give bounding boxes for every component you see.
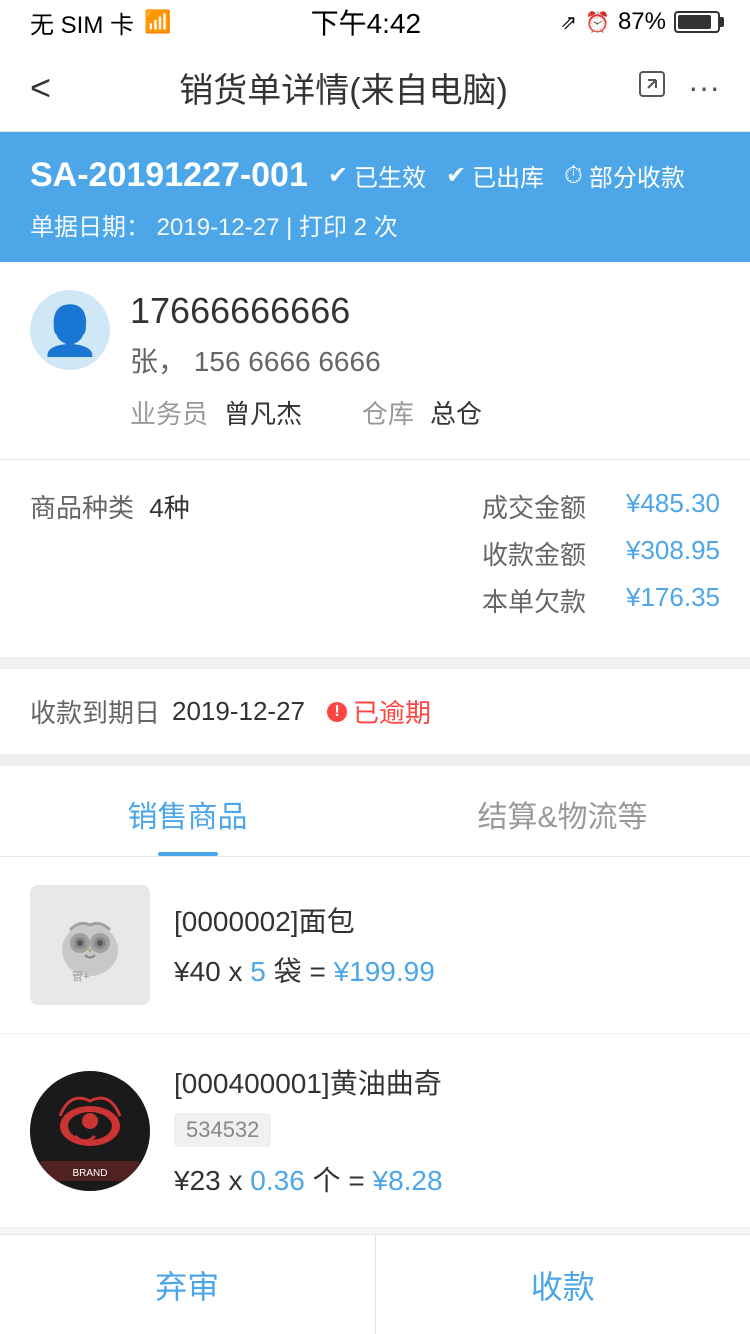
bottom-bar: 弃审 收款 — [0, 1234, 750, 1334]
order-header: SA-20191227-001 ✔ 已生效 ✔ 已出库 ⏱ 部分收款 单据日期：… — [0, 132, 750, 262]
overdue-icon: ! — [327, 702, 347, 722]
salesman-item: 业务员 曾凡杰 — [130, 394, 302, 431]
svg-text:管+: 管+ — [72, 969, 89, 983]
check-icon-1: ✔ — [328, 161, 348, 190]
overdue-text: 已逾期 — [353, 693, 431, 730]
received-amount-row: 收款金额 ¥308.95 — [482, 535, 720, 572]
status-right: ⇗ ⏰ 87% — [560, 8, 720, 36]
status-shipped: ✔ 已出库 — [446, 158, 544, 193]
carrier-label: 无 SIM 卡 — [30, 5, 134, 40]
wifi-icon: 📶 — [144, 9, 171, 35]
product-qty-1: 5 — [250, 956, 266, 987]
received-amount-value: ¥308.95 — [626, 535, 720, 572]
owe-amount-label: 本单欠款 — [482, 582, 586, 619]
product-total-1: ¥199.99 — [334, 956, 435, 987]
product-price-1: ¥40 x 5 袋 = ¥199.99 — [174, 950, 720, 990]
amount-info: 成交金额 ¥485.30 收款金额 ¥308.95 本单欠款 ¥176.35 — [482, 488, 720, 629]
tab-settlement[interactable]: 结算&物流等 — [375, 766, 750, 856]
order-date: 2019-12-27 — [157, 214, 280, 241]
product-total-2: ¥8.28 — [373, 1165, 443, 1196]
tabs: 销售商品 结算&物流等 — [0, 766, 750, 857]
status-left: 无 SIM 卡 📶 — [30, 5, 171, 40]
product-info-1: [0000002]面包 ¥40 x 5 袋 = ¥199.99 — [174, 900, 720, 990]
warehouse-label: 仓库 — [362, 394, 414, 431]
cancel-button[interactable]: 弃审 — [0, 1235, 376, 1334]
customer-info: 17666666666 张， 156 6666 6666 业务员 曾凡杰 仓库 … — [130, 290, 720, 431]
share-button[interactable] — [636, 68, 668, 108]
received-amount-label: 收款金额 — [482, 535, 586, 572]
product-name-2: [000400001]黄油曲奇 — [174, 1062, 720, 1102]
list-item: BRAND [000400001]黄油曲奇 534532 ¥23 x 0.36 … — [0, 1034, 750, 1228]
avatar: 👤 — [30, 290, 110, 370]
status-bar: 无 SIM 卡 📶 下午4:42 ⇗ ⏰ 87% — [0, 0, 750, 44]
product-qty-2: 0.36 — [250, 1165, 305, 1196]
print-info: | 打印 2 次 — [286, 214, 398, 241]
status-partial: ⏱ 部分收款 — [564, 158, 685, 193]
list-item: 管+ [0000002]面包 ¥40 x 5 袋 = ¥199.99 — [0, 857, 750, 1034]
customer-meta: 业务员 曾凡杰 仓库 总仓 — [130, 394, 720, 431]
product-list: 管+ [0000002]面包 ¥40 x 5 袋 = ¥199.99 — [0, 857, 750, 1228]
warehouse-item: 仓库 总仓 — [362, 394, 482, 431]
back-button[interactable]: < — [30, 67, 51, 109]
more-button[interactable]: ··· — [688, 69, 720, 106]
nav-bar: < 销货单详情(来自电脑) ··· — [0, 44, 750, 132]
product-thumbnail-1: 管+ — [30, 885, 150, 1005]
owe-amount-value: ¥176.35 — [626, 582, 720, 619]
thumbnail-placeholder-1: 管+ — [30, 885, 150, 1005]
order-id: SA-20191227-001 — [30, 156, 308, 195]
overdue-badge: ! 已逾期 — [327, 693, 431, 730]
product-type-info: 商品种类 4种 — [30, 488, 190, 525]
clock-icon: ⏱ — [564, 162, 583, 190]
page-title: 销货单详情(来自电脑) — [51, 63, 636, 112]
time-label: 下午4:42 — [311, 2, 422, 42]
product-tag-2: 534532 — [174, 1113, 271, 1147]
svg-text:BRAND: BRAND — [72, 1168, 107, 1179]
confirm-button[interactable]: 收款 — [376, 1235, 750, 1334]
deal-amount-row: 成交金额 ¥485.30 — [482, 488, 720, 525]
owe-amount-row: 本单欠款 ¥176.35 — [482, 582, 720, 619]
warehouse-value: 总仓 — [430, 394, 482, 431]
product-price-2: ¥23 x 0.36 个 = ¥8.28 — [174, 1159, 720, 1199]
due-date-value: 2019-12-27 — [172, 696, 305, 727]
salesman-value: 曾凡杰 — [224, 394, 302, 431]
product-image-2: BRAND — [30, 1071, 150, 1191]
status-effective: ✔ 已生效 — [328, 158, 426, 193]
product-name-1: [0000002]面包 — [174, 900, 720, 940]
owl-icon: 管+ — [50, 905, 130, 985]
alarm-icon: ⏰ — [585, 10, 610, 35]
customer-account-id: 17666666666 — [130, 290, 720, 332]
deal-amount-value: ¥485.30 — [626, 488, 720, 525]
battery-label: 87% — [618, 8, 666, 36]
due-section: 收款到期日 2019-12-27 ! 已逾期 — [0, 669, 750, 766]
customer-name-phone: 张， 156 6666 6666 — [130, 340, 720, 380]
product-info-2: [000400001]黄油曲奇 534532 ¥23 x 0.36 个 = ¥8… — [174, 1062, 720, 1199]
customer-section: 👤 17666666666 张， 156 6666 6666 业务员 曾凡杰 仓… — [0, 262, 750, 460]
date-label: 单据日期： — [30, 214, 150, 241]
check-icon-2: ✔ — [446, 161, 466, 190]
location-icon: ⇗ — [560, 10, 577, 35]
battery-icon — [674, 11, 720, 33]
salesman-label: 业务员 — [130, 394, 208, 431]
tab-sales-products[interactable]: 销售商品 — [0, 766, 375, 856]
user-icon: 👤 — [40, 302, 100, 359]
order-date-row: 单据日期： 2019-12-27 | 打印 2 次 — [30, 207, 720, 242]
product-thumbnail-2: BRAND — [30, 1071, 150, 1191]
summary-section: 商品种类 4种 成交金额 ¥485.30 收款金额 ¥308.95 本单欠款 ¥… — [0, 460, 750, 669]
deal-amount-label: 成交金额 — [482, 488, 586, 525]
type-label: 商品种类 — [30, 493, 134, 523]
type-count: 4种 — [149, 493, 189, 523]
due-label: 收款到期日 — [30, 693, 160, 730]
nav-actions: ··· — [636, 68, 720, 108]
